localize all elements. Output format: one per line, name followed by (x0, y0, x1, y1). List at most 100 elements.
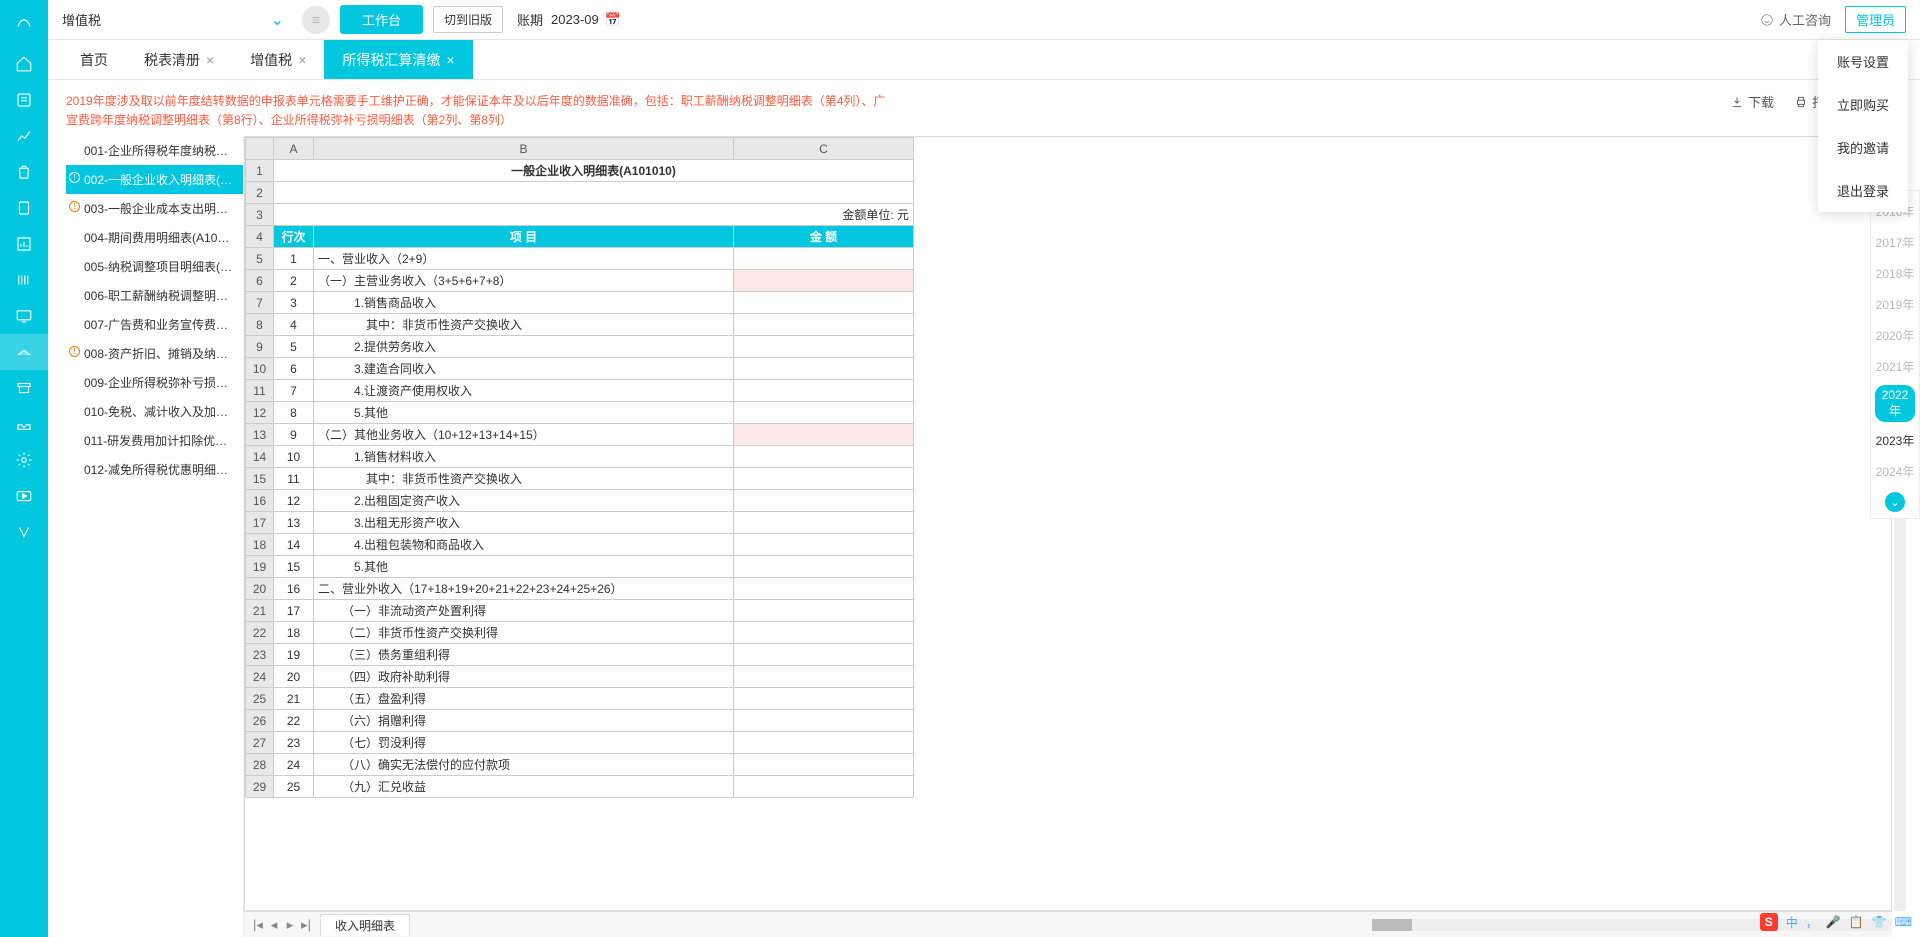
tax-type-selector[interactable]: 增值税 ⌄ (62, 10, 292, 30)
nav-archive-icon[interactable] (0, 370, 48, 406)
year-item[interactable]: 2023年 (1871, 426, 1919, 455)
form-list-item[interactable]: 011-研发费用加计扣除优惠… (66, 426, 243, 455)
sheet-tab[interactable]: 收入明细表 (320, 914, 410, 936)
amount-cell[interactable] (734, 622, 914, 644)
form-list-item[interactable]: 005-纳税调整项目明细表(A1… (66, 252, 243, 281)
amount-cell[interactable] (734, 446, 914, 468)
year-item[interactable]: 2017年 (1871, 228, 1919, 257)
close-icon[interactable]: × (446, 52, 454, 68)
menu-logout[interactable]: 退出登录 (1818, 169, 1908, 212)
tab-vat[interactable]: 增值税× (232, 40, 324, 79)
amount-cell[interactable] (734, 248, 914, 270)
row-number: 12 (274, 490, 314, 512)
warning-icon: ! (69, 346, 80, 357)
form-list-item[interactable]: 004-期间费用明细表(A1040… (66, 223, 243, 252)
form-list-item[interactable]: 010-免税、减计收入及加计… (66, 397, 243, 426)
amount-cell[interactable] (734, 336, 914, 358)
item-cell: 其中：非货币性资产交换收入 (314, 468, 734, 490)
nav-barcode-icon[interactable] (0, 262, 48, 298)
amount-cell[interactable] (734, 556, 914, 578)
form-list-item[interactable]: 009-企业所得税弥补亏损明… (66, 368, 243, 397)
form-list-item[interactable]: !008-资产折旧、摊销及纳税… (66, 339, 243, 368)
amount-cell[interactable] (734, 424, 914, 446)
sheet-prev-icon[interactable]: ◂ (266, 917, 282, 933)
close-icon[interactable]: × (298, 52, 306, 68)
support-link[interactable]: 人工咨询 (1760, 10, 1831, 29)
amount-cell[interactable] (734, 534, 914, 556)
nav-report-icon[interactable] (0, 226, 48, 262)
ime-keyboard-icon[interactable]: ⌨ (1895, 915, 1912, 929)
nav-v-icon[interactable] (0, 514, 48, 550)
tab-income-tax[interactable]: 所得税汇算清缴× (324, 40, 472, 79)
item-cell: 3.建造合同收入 (314, 358, 734, 380)
row-number: 15 (274, 556, 314, 578)
amount-cell[interactable] (734, 710, 914, 732)
amount-cell[interactable] (734, 688, 914, 710)
nav-settings-icon[interactable] (0, 442, 48, 478)
form-list-item[interactable]: !002-一般企业收入明细表(A1… (66, 165, 243, 194)
form-list-item[interactable]: 001-企业所得税年度纳税申… (66, 136, 243, 165)
amount-cell[interactable] (734, 600, 914, 622)
sheet-last-icon[interactable]: ▸| (298, 917, 314, 933)
amount-cell[interactable] (734, 380, 914, 402)
amount-cell[interactable] (734, 754, 914, 776)
amount-cell[interactable] (734, 402, 914, 424)
tab-home[interactable]: 首页 (62, 40, 126, 79)
form-list-item[interactable]: 006-职工薪酬纳税调整明细… (66, 281, 243, 310)
form-list-item[interactable]: 007-广告费和业务宣传费跨… (66, 310, 243, 339)
sheet-scroll[interactable]: ABC1一般企业收入明细表(A101010)23金额单位: 元4行次项 目金 额… (244, 136, 1892, 911)
tab-tax-list[interactable]: 税表清册× (126, 40, 232, 79)
amount-cell[interactable] (734, 292, 914, 314)
ime-mic-icon[interactable]: 🎤 (1826, 915, 1841, 929)
form-list-item[interactable]: !003-一般企业成本支出明细… (66, 194, 243, 223)
ime-logo-icon[interactable]: S (1760, 913, 1778, 931)
amount-cell[interactable] (734, 490, 914, 512)
year-item[interactable]: 2024年 (1871, 457, 1919, 486)
menu-my-invites[interactable]: 我的邀请 (1818, 126, 1908, 169)
form-list-label: 007-广告费和业务宣传费跨… (84, 318, 240, 332)
amount-cell[interactable] (734, 270, 914, 292)
form-list-item[interactable]: 012-减免所得税优惠明细表(… (66, 455, 243, 484)
menu-buy-now[interactable]: 立即购买 (1818, 83, 1908, 126)
amount-cell[interactable] (734, 732, 914, 754)
amount-cell[interactable] (734, 666, 914, 688)
year-expand-icon[interactable]: ⌄ (1885, 492, 1905, 512)
nav-bag-icon[interactable] (0, 154, 48, 190)
amount-cell[interactable] (734, 776, 914, 798)
ime-lang[interactable]: 中 (1786, 914, 1798, 931)
amount-cell[interactable] (734, 578, 914, 600)
sheet-first-icon[interactable]: |◂ (250, 917, 266, 933)
download-button[interactable]: 下载 (1730, 92, 1774, 111)
year-item[interactable]: 2020年 (1871, 321, 1919, 350)
amount-cell[interactable] (734, 512, 914, 534)
menu-circle-button[interactable] (302, 6, 330, 34)
nav-video-icon[interactable] (0, 478, 48, 514)
sheet-next-icon[interactable]: ▸ (282, 917, 298, 933)
amount-cell[interactable] (734, 468, 914, 490)
amount-cell[interactable] (734, 644, 914, 666)
cell: 6 (246, 270, 274, 292)
nav-home-icon[interactable] (0, 46, 48, 82)
year-item[interactable]: 2018年 (1871, 259, 1919, 288)
nav-ledger-icon[interactable] (0, 82, 48, 118)
year-item[interactable]: 2021年 (1871, 352, 1919, 381)
year-item[interactable]: 2022年 (1875, 385, 1915, 422)
nav-screen-icon[interactable] (0, 298, 48, 334)
amount-cell[interactable] (734, 314, 914, 336)
close-icon[interactable]: × (206, 52, 214, 68)
calendar-icon[interactable]: 📅 (605, 12, 621, 28)
admin-button[interactable]: 管理员 (1845, 6, 1906, 33)
scrollbar-thumb[interactable] (1372, 919, 1412, 931)
year-item[interactable]: 2019年 (1871, 290, 1919, 319)
ime-skin-icon[interactable]: 👕 (1872, 915, 1887, 929)
nav-chart-icon[interactable] (0, 118, 48, 154)
amount-cell[interactable] (734, 358, 914, 380)
workbench-button[interactable]: 工作台 (340, 5, 423, 34)
menu-account-settings[interactable]: 账号设置 (1818, 40, 1908, 83)
ime-clipboard-icon[interactable]: 📋 (1849, 915, 1864, 929)
ime-punct-icon[interactable]: ， (1806, 914, 1818, 931)
nav-clipboard-icon[interactable] (0, 190, 48, 226)
nav-inbox-icon[interactable] (0, 406, 48, 442)
nav-tax-icon[interactable] (0, 334, 48, 370)
switch-old-button[interactable]: 切到旧版 (433, 6, 503, 33)
